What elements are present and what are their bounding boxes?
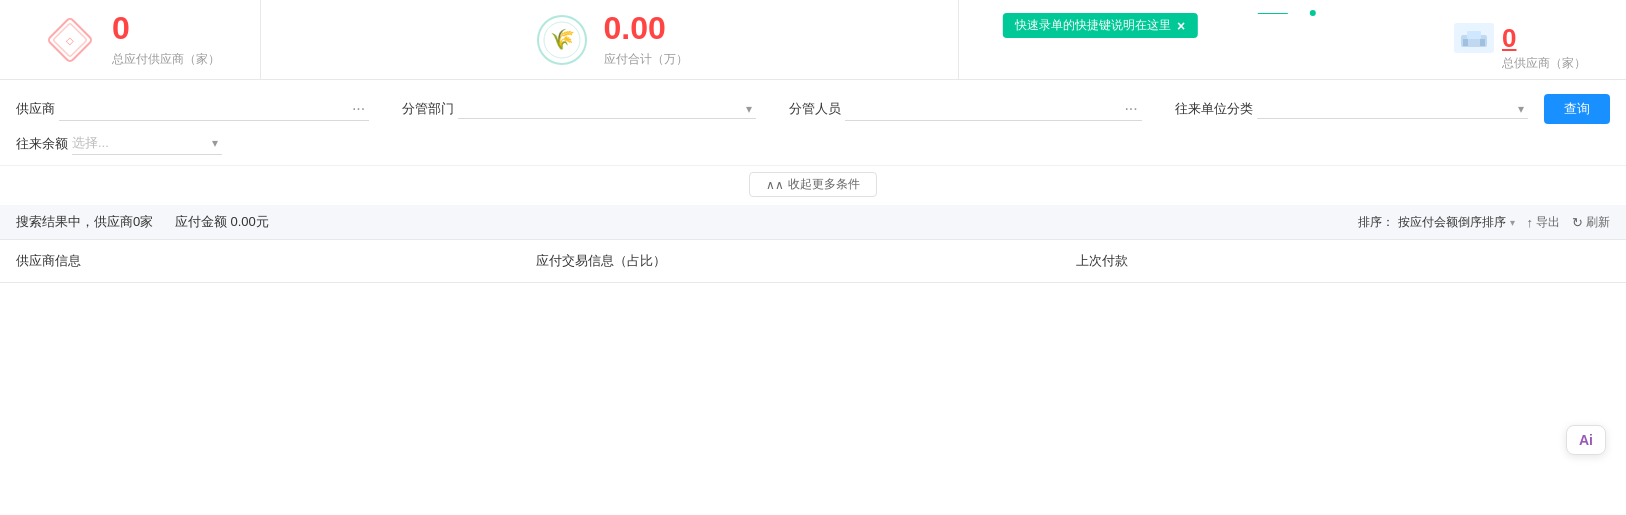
svg-rect-9 [1480,39,1485,46]
sort-chevron-icon: ▾ [1510,217,1515,228]
filter-unit-class: 往来单位分类 ▾ [1175,99,1528,119]
table-header: 供应商信息 应付交易信息（占比） 上次付款 [0,240,1626,283]
svg-rect-7 [1467,31,1481,39]
department-input-wrapper: ▾ [458,99,755,119]
balance-placeholder: 选择... [72,134,208,152]
collapse-bar: ∧∧ 收起更多条件 [0,166,1626,205]
person-input-wrapper: ··· [845,98,1142,121]
payable-total-label: 应付合计（万） [604,51,688,68]
payable-suppliers-label: 总应付供应商（家） [112,51,220,68]
balance-chevron[interactable]: ▾ [208,136,222,150]
refresh-icon: ↻ [1572,215,1583,230]
svg-rect-8 [1463,39,1468,46]
sort-label: 排序： [1358,214,1394,231]
person-input[interactable] [845,101,1121,116]
tooltip-line [1257,13,1287,14]
sort-select[interactable]: 排序： 按应付会额倒序排序 ▾ [1358,214,1515,231]
amount-text: 应付金额 0.00元 [175,214,269,229]
unit-class-input-wrapper: ▾ [1257,99,1528,119]
tooltip-dot [1307,8,1317,18]
col-transaction-header: 应付交易信息（占比） [536,252,1076,270]
refresh-button[interactable]: ↻ 刷新 [1572,214,1610,231]
unit-class-chevron[interactable]: ▾ [1514,102,1528,116]
results-text: 搜索结果中，供应商0家 [16,214,153,229]
col-last-payment-header: 上次付款 [1076,252,1610,270]
supplier-input[interactable] [59,101,348,116]
department-chevron[interactable]: ▾ [742,102,756,116]
stat-payable-total: 🌾 0.00 应付合计（万） [261,0,959,79]
supplier-dots[interactable]: ··· [348,100,369,118]
supplier-input-wrapper: ··· [59,98,369,121]
sort-value: 按应付会额倒序排序 [1398,214,1506,231]
unit-class-label: 往来单位分类 [1175,100,1253,118]
diamond-icon: ◇ [40,10,100,70]
person-label: 分管人员 [789,100,841,118]
filter-supplier: 供应商 ··· [16,98,369,121]
results-actions: 排序： 按应付会额倒序排序 ▾ ↑ 导出 ↻ 刷新 [1358,214,1611,231]
stat-payable-text: 0 总应付供应商（家） [112,11,220,67]
col-supplier-info-header: 供应商信息 [16,252,536,270]
payable-suppliers-number: 0 [112,11,220,46]
stat-payable-suppliers: ◇ 0 总应付供应商（家） [0,0,261,79]
svg-text:🌾: 🌾 [549,27,574,51]
filter-department: 分管部门 ▾ [402,99,755,119]
stats-bar: ◇ 0 总应付供应商（家） 🌾 0.00 应付合计（万） 快速录单的快捷键说明在… [0,0,1626,80]
collapse-up-icon: ∧∧ [766,178,784,192]
export-button[interactable]: ↑ 导出 [1527,214,1561,231]
collapse-label: 收起更多条件 [788,176,860,193]
department-input[interactable] [458,101,741,116]
supplier-label: 供应商 [16,100,55,118]
payable-total-number: 0.00 [604,11,688,46]
unit-class-input[interactable] [1257,101,1514,116]
stat-total-suppliers: 快速录单的快捷键说明在这里 × 0 [959,0,1626,79]
wheat-icon: 🌾 [532,10,592,70]
ai-badge[interactable]: Ai [1566,425,1606,455]
tooltip-close[interactable]: × [1177,18,1185,34]
total-suppliers-number: 0 [1502,23,1516,53]
balance-select[interactable]: 选择... ▾ [72,132,222,155]
supplier-icon [1454,23,1494,53]
total-suppliers-label: 总供应商（家） [1502,55,1586,72]
svg-text:◇: ◇ [66,35,74,46]
tooltip-text: 快速录单的快捷键说明在这里 [1015,17,1171,34]
table-body [0,283,1626,515]
filter-area: 供应商 ··· 分管部门 ▾ 分管人员 ··· 往来单位分 [0,80,1626,166]
refresh-label: 刷新 [1586,214,1610,231]
filter-row-1: 供应商 ··· 分管部门 ▾ 分管人员 ··· 往来单位分 [16,94,1610,124]
results-bar: 搜索结果中，供应商0家 应付金额 0.00元 排序： 按应付会额倒序排序 ▾ ↑… [0,205,1626,240]
balance-label: 往来余额 [16,135,68,153]
filter-person: 分管人员 ··· [789,98,1142,121]
shortcut-tooltip: 快速录单的快捷键说明在这里 × [1003,13,1197,38]
results-info: 搜索结果中，供应商0家 应付金额 0.00元 [16,213,269,231]
payable-total-text: 0.00 应付合计（万） [604,11,688,67]
department-label: 分管部门 [402,100,454,118]
export-label: 导出 [1536,214,1560,231]
filter-row-2: 往来余额 选择... ▾ [16,132,1610,155]
person-dots[interactable]: ··· [1120,100,1141,118]
query-button[interactable]: 查询 [1544,94,1610,124]
export-icon: ↑ [1527,215,1534,230]
collapse-button[interactable]: ∧∧ 收起更多条件 [749,172,877,197]
